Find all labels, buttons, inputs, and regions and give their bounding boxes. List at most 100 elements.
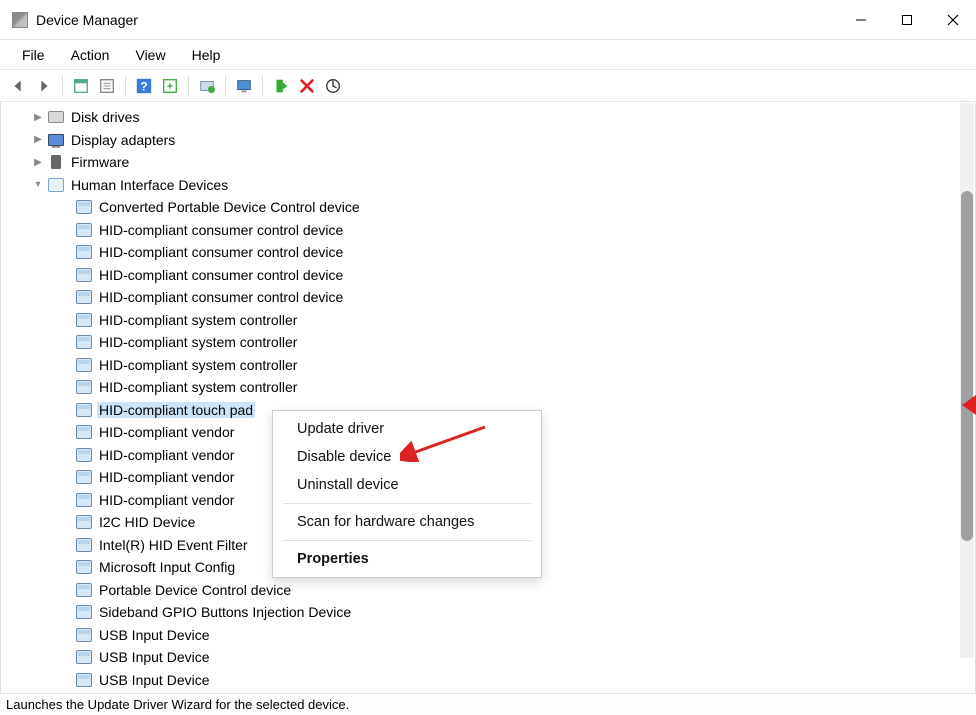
device-icon bbox=[47, 177, 65, 193]
show-hidden-button[interactable] bbox=[69, 74, 93, 98]
help-button[interactable]: ? bbox=[132, 74, 156, 98]
properties-button[interactable] bbox=[95, 74, 119, 98]
device-icon bbox=[75, 357, 93, 373]
tree-device[interactable]: HID-compliant consumer control device bbox=[9, 286, 975, 309]
tree-label: HID-compliant vendor bbox=[97, 469, 236, 485]
vertical-scrollbar[interactable] bbox=[960, 103, 974, 658]
monitor-button[interactable] bbox=[232, 74, 256, 98]
tree-label: HID-compliant consumer control device bbox=[97, 244, 345, 260]
device-tree[interactable]: ▶ Disk drives ▶ Display adapters ▶Firmware ▾ H… bbox=[0, 102, 976, 695]
device-icon bbox=[47, 109, 65, 125]
device-icon bbox=[75, 379, 93, 395]
action-button[interactable] bbox=[158, 74, 182, 98]
minimize-button[interactable] bbox=[838, 0, 884, 40]
device-icon bbox=[47, 154, 65, 170]
tree-category[interactable]: ▶ Display adapters bbox=[9, 129, 975, 152]
chevron-right-icon[interactable]: ▶ bbox=[31, 134, 45, 145]
status-bar: Launches the Update Driver Wizard for th… bbox=[0, 693, 976, 715]
titlebar: Device Manager bbox=[0, 0, 976, 40]
ctx-separator bbox=[283, 503, 531, 504]
ctx-scan-hardware[interactable]: Scan for hardware changes bbox=[273, 508, 541, 536]
app-icon bbox=[12, 12, 28, 28]
tree-device[interactable]: Sideband GPIO Buttons Injection Device bbox=[9, 601, 975, 624]
tree-device[interactable]: HID-compliant system controller bbox=[9, 331, 975, 354]
menu-action[interactable]: Action bbox=[59, 43, 122, 67]
tree-label: HID-compliant system controller bbox=[97, 379, 299, 395]
tree-label: Sideband GPIO Buttons Injection Device bbox=[97, 604, 353, 620]
tree-label: HID-compliant system controller bbox=[97, 357, 299, 373]
tree-label: HID-compliant touch pad bbox=[97, 402, 255, 418]
tree-label: USB Input Device bbox=[97, 649, 212, 665]
device-icon bbox=[75, 492, 93, 508]
forward-button[interactable] bbox=[32, 74, 56, 98]
tree-device[interactable]: Converted Portable Device Control device bbox=[9, 196, 975, 219]
tree-label: Disk drives bbox=[69, 109, 141, 125]
chevron-down-icon[interactable]: ▾ bbox=[31, 179, 45, 190]
chevron-right-icon[interactable]: ▶ bbox=[31, 157, 45, 168]
tree-device[interactable]: Portable Device Control device bbox=[9, 579, 975, 602]
tree-label: Converted Portable Device Control device bbox=[97, 199, 362, 215]
tree-label: HID-compliant consumer control device bbox=[97, 289, 345, 305]
device-icon bbox=[47, 132, 65, 148]
window-title: Device Manager bbox=[36, 12, 138, 28]
maximize-button[interactable] bbox=[884, 0, 930, 40]
ctx-properties[interactable]: Properties bbox=[273, 545, 541, 573]
tree-label: Human Interface Devices bbox=[69, 177, 230, 193]
svg-text:?: ? bbox=[140, 80, 147, 93]
tree-device[interactable]: HID-compliant consumer control device bbox=[9, 264, 975, 287]
tree-device[interactable]: HID-compliant system controller bbox=[9, 309, 975, 332]
device-icon bbox=[75, 267, 93, 283]
device-icon bbox=[75, 424, 93, 440]
annotation-arrow-icon bbox=[400, 422, 490, 462]
tree-label: Intel(R) HID Event Filter bbox=[97, 537, 250, 553]
device-icon bbox=[75, 649, 93, 665]
device-icon bbox=[75, 604, 93, 620]
ctx-separator bbox=[283, 540, 531, 541]
tree-label: HID-compliant vendor bbox=[97, 492, 236, 508]
status-text: Launches the Update Driver Wizard for th… bbox=[6, 697, 349, 712]
tree-device[interactable]: HID-compliant consumer control device bbox=[9, 219, 975, 242]
enable-button[interactable] bbox=[269, 74, 293, 98]
device-icon bbox=[75, 312, 93, 328]
tree-category[interactable]: ▶ Disk drives bbox=[9, 106, 975, 129]
tree-label: USB Input Device bbox=[97, 627, 212, 643]
tree-label: HID-compliant vendor bbox=[97, 424, 236, 440]
annotation-marker-icon bbox=[962, 395, 976, 415]
scrollbar-thumb[interactable] bbox=[961, 191, 973, 541]
device-icon bbox=[75, 559, 93, 575]
device-icon bbox=[75, 222, 93, 238]
tree-category-hid[interactable]: ▾ Human Interface Devices bbox=[9, 174, 975, 197]
tree-category[interactable]: ▶Firmware bbox=[9, 151, 975, 174]
tree-label: USB Input Device bbox=[97, 672, 212, 688]
tree-label: HID-compliant system controller bbox=[97, 334, 299, 350]
menu-file[interactable]: File bbox=[10, 43, 57, 67]
device-icon bbox=[75, 334, 93, 350]
tree-device[interactable]: USB Input Device bbox=[9, 669, 975, 692]
uninstall-button[interactable] bbox=[295, 74, 319, 98]
tree-label: Display adapters bbox=[69, 132, 177, 148]
device-icon bbox=[75, 627, 93, 643]
tree-label: I2C HID Device bbox=[97, 514, 197, 530]
menu-view[interactable]: View bbox=[123, 43, 177, 67]
update-driver-button[interactable] bbox=[195, 74, 219, 98]
back-button[interactable] bbox=[6, 74, 30, 98]
tree-label: HID-compliant system controller bbox=[97, 312, 299, 328]
device-icon bbox=[75, 582, 93, 598]
chevron-right-icon[interactable]: ▶ bbox=[31, 112, 45, 123]
menu-help[interactable]: Help bbox=[180, 43, 233, 67]
tree-label: Portable Device Control device bbox=[97, 582, 293, 598]
ctx-uninstall-device[interactable]: Uninstall device bbox=[273, 471, 541, 499]
device-icon bbox=[75, 537, 93, 553]
close-button[interactable] bbox=[930, 0, 976, 40]
tree-device[interactable]: USB Input Device bbox=[9, 646, 975, 669]
tree-label: HID-compliant vendor bbox=[97, 447, 236, 463]
tree-device[interactable]: HID-compliant consumer control device bbox=[9, 241, 975, 264]
tree-device[interactable]: HID-compliant system controller bbox=[9, 354, 975, 377]
device-icon bbox=[75, 244, 93, 260]
tree-label: HID-compliant consumer control device bbox=[97, 222, 345, 238]
tree-label: HID-compliant consumer control device bbox=[97, 267, 345, 283]
scan-button[interactable] bbox=[321, 74, 345, 98]
menubar: File Action View Help bbox=[0, 40, 976, 70]
tree-device[interactable]: HID-compliant system controller bbox=[9, 376, 975, 399]
tree-device[interactable]: USB Input Device bbox=[9, 624, 975, 647]
